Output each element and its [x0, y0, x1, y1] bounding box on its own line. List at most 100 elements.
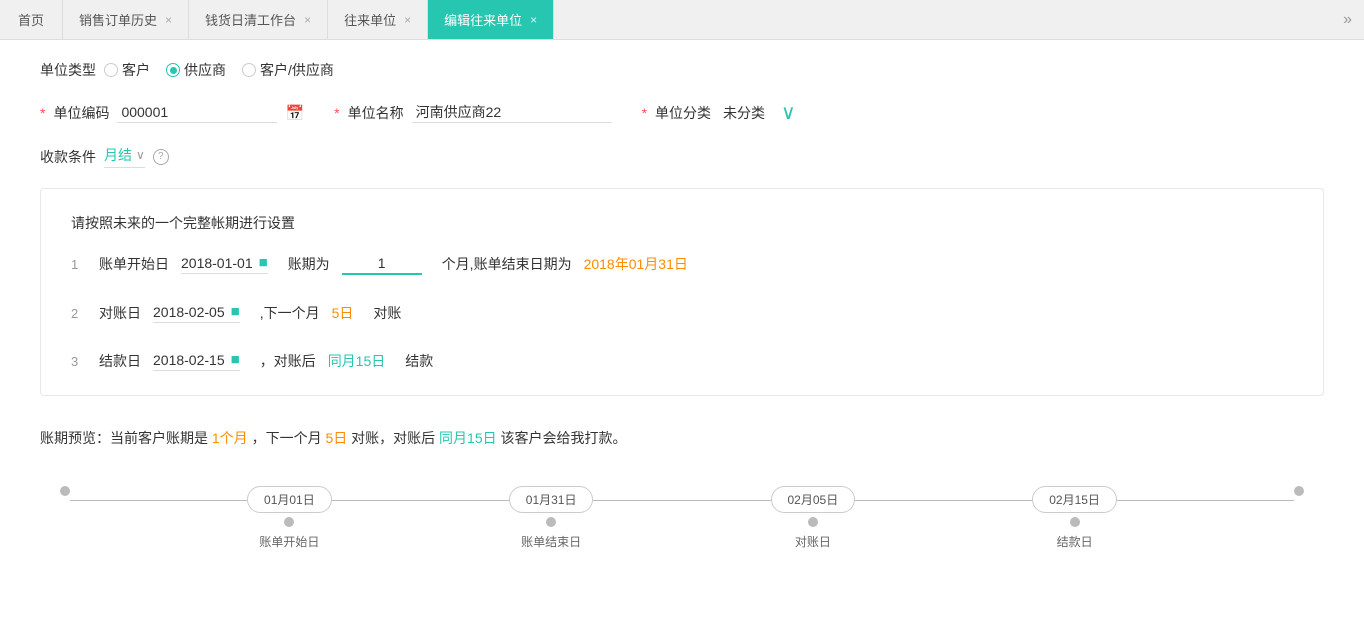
- timeline-node-1: 01月01日 账单开始日: [247, 486, 332, 550]
- period-desc-3-after: 结款: [405, 351, 433, 371]
- timeline-node-3: 02月05日 对账日: [771, 486, 856, 550]
- preview-highlight3: 同月15日: [439, 430, 497, 446]
- unit-name-star: *: [334, 105, 339, 121]
- period-date-val-2: 2018-02-05: [153, 304, 225, 320]
- period-cal-icon-3[interactable]: ■: [231, 351, 240, 368]
- unit-code-label: 单位编码: [53, 103, 109, 123]
- radio-supplier[interactable]: 供应商: [166, 60, 226, 80]
- tab-edit-partner[interactable]: 编辑往来单位 ×: [428, 0, 554, 39]
- unit-code-calendar-icon[interactable]: 📅: [285, 104, 304, 122]
- tab-close-cash-work[interactable]: ×: [304, 13, 311, 27]
- unit-type-group: 单位类型 客户 供应商 客户/供应商: [40, 60, 334, 80]
- unit-name-label: 单位名称: [348, 103, 404, 123]
- timeline-wrapper: 01月01日 账单开始日 01月31日 账单结束日 02月05日 对账日: [40, 476, 1324, 580]
- period-end-date-1: 2018年01月31日: [584, 254, 688, 274]
- timeline-container: 01月01日 账单开始日 01月31日 账单结束日 02月05日 对账日: [40, 486, 1324, 550]
- radio-customer[interactable]: 客户: [104, 60, 150, 80]
- tl-badge-3: 02月05日: [771, 486, 856, 513]
- tab-close-edit-partner[interactable]: ×: [530, 13, 537, 27]
- period-settings-box: 请按照未来的一个完整帐期进行设置 1 账单开始日 2018-01-01 ■ 账期…: [40, 188, 1324, 396]
- preview-highlight1: 1个月: [212, 430, 248, 446]
- period-desc-label-1: 账期为: [288, 254, 330, 274]
- period-desc-3-before: ，对账后: [260, 351, 316, 371]
- radio-both[interactable]: 客户/供应商: [242, 60, 334, 80]
- form-row-payment: 收款条件 月结 ∨ ?: [40, 145, 1324, 168]
- period-unit-1: 个月,账单结束日期为: [442, 254, 572, 274]
- tab-bar: 首页 销售订单历史 × 钱货日清工作台 × 往来单位 × 编辑往来单位 × »: [0, 0, 1364, 40]
- preview-section: 账期预览：当前客户账期是 1个月 ，下一个月 5日 对账，对账后 同月15日 该…: [40, 412, 1324, 600]
- radio-circle-supplier: [166, 63, 180, 77]
- tl-dot-end: [1294, 486, 1304, 496]
- radio-label-supplier: 供应商: [184, 60, 226, 80]
- period-months-input[interactable]: [342, 253, 422, 275]
- radio-circle-customer: [104, 63, 118, 77]
- timeline-node-0: [60, 486, 70, 550]
- payment-cond-value: 月结: [104, 145, 132, 165]
- unit-classify-label: 单位分类: [655, 103, 711, 123]
- timeline-nodes: 01月01日 账单开始日 01月31日 账单结束日 02月05日 对账日: [60, 486, 1304, 550]
- payment-help-icon[interactable]: ?: [153, 149, 169, 165]
- form-row-unit-info: * 单位编码 📅 * 单位名称 * 单位分类 未分类 ∨: [40, 100, 1324, 125]
- tl-badge-1: 01月01日: [247, 486, 332, 513]
- period-num-3: 3: [71, 354, 87, 369]
- form-row-unit-type: 单位类型 客户 供应商 客户/供应商: [40, 60, 1324, 80]
- period-date-val-3: 2018-02-15: [153, 352, 225, 368]
- tab-close-sales-history[interactable]: ×: [165, 13, 172, 27]
- tl-label-1: 账单开始日: [259, 533, 319, 550]
- tab-partner[interactable]: 往来单位 ×: [328, 0, 428, 39]
- period-date-1: 2018-01-01 ■: [181, 254, 268, 274]
- preview-middle1: ，下一个月: [252, 430, 322, 446]
- timeline-node-end: [1294, 486, 1304, 550]
- payment-cond-select[interactable]: 月结 ∨: [104, 145, 145, 168]
- payment-cond-label: 收款条件: [40, 147, 96, 167]
- preview-middle2: 对账，对账后: [351, 430, 435, 446]
- period-desc-3-highlight: 同月15日: [328, 351, 386, 371]
- period-label-2: 对账日: [99, 303, 141, 323]
- period-date-3: 2018-02-15 ■: [153, 351, 240, 371]
- unit-name-group: * 单位名称: [334, 102, 611, 123]
- preview-highlight2: 5日: [325, 430, 347, 446]
- period-row-3: 3 结款日 2018-02-15 ■ ，对账后 同月15日 结款: [71, 351, 1293, 371]
- tab-expand-icon[interactable]: »: [1331, 11, 1364, 29]
- radio-label-customer: 客户: [122, 60, 150, 80]
- unit-classify-group: * 单位分类 未分类 ∨: [642, 100, 796, 125]
- tl-dot-4: [1070, 517, 1080, 527]
- payment-cond-arrow-icon[interactable]: ∨: [136, 148, 145, 162]
- period-date-val-1: 2018-01-01: [181, 255, 253, 271]
- tl-dot-3: [808, 517, 818, 527]
- radio-circle-both: [242, 63, 256, 77]
- unit-name-input[interactable]: [412, 102, 612, 123]
- preview-suffix: 该客户会给我打款。: [501, 430, 627, 446]
- period-label-1: 账单开始日: [99, 254, 169, 274]
- tl-badge-4: 02月15日: [1032, 486, 1117, 513]
- tl-badge-2: 01月31日: [509, 486, 594, 513]
- unit-classify-value: 未分类: [723, 103, 765, 123]
- period-desc-2-highlight: 5日: [332, 303, 354, 323]
- main-content: 单位类型 客户 供应商 客户/供应商 * 单位编码: [0, 40, 1364, 620]
- tl-label-3: 对账日: [795, 533, 831, 550]
- tab-home[interactable]: 首页: [0, 0, 63, 39]
- period-row-2: 2 对账日 2018-02-05 ■ ,下一个月 5日 对账: [71, 303, 1293, 323]
- tab-sales-history[interactable]: 销售订单历史 ×: [63, 0, 189, 39]
- tl-dot-2: [546, 517, 556, 527]
- tl-dot-1: [284, 517, 294, 527]
- period-num-1: 1: [71, 257, 87, 272]
- period-cal-icon-1[interactable]: ■: [259, 254, 268, 271]
- unit-code-input[interactable]: [117, 102, 277, 123]
- unit-code-star: *: [40, 105, 45, 121]
- period-cal-icon-2[interactable]: ■: [231, 303, 240, 320]
- timeline-node-2: 01月31日 账单结束日: [509, 486, 594, 550]
- unit-type-label: 单位类型: [40, 60, 96, 80]
- unit-code-group: * 单位编码 📅: [40, 102, 304, 123]
- preview-text: 账期预览：当前客户账期是 1个月 ，下一个月 5日 对账，对账后 同月15日 该…: [40, 428, 1324, 448]
- tab-close-partner[interactable]: ×: [404, 13, 411, 27]
- period-date-2: 2018-02-05 ■: [153, 303, 240, 323]
- tab-cash-work[interactable]: 钱货日清工作台 ×: [189, 0, 328, 39]
- period-desc-2-after: 对账: [373, 303, 401, 323]
- period-box-title: 请按照未来的一个完整帐期进行设置: [71, 213, 1293, 233]
- period-num-2: 2: [71, 306, 87, 321]
- period-row-1: 1 账单开始日 2018-01-01 ■ 账期为 个月,账单结束日期为 2018…: [71, 253, 1293, 275]
- timeline-node-4: 02月15日 结款日: [1032, 486, 1117, 550]
- unit-classify-arrow-icon[interactable]: ∨: [781, 100, 796, 125]
- preview-prefix: 账期预览：当前客户账期是: [40, 430, 208, 446]
